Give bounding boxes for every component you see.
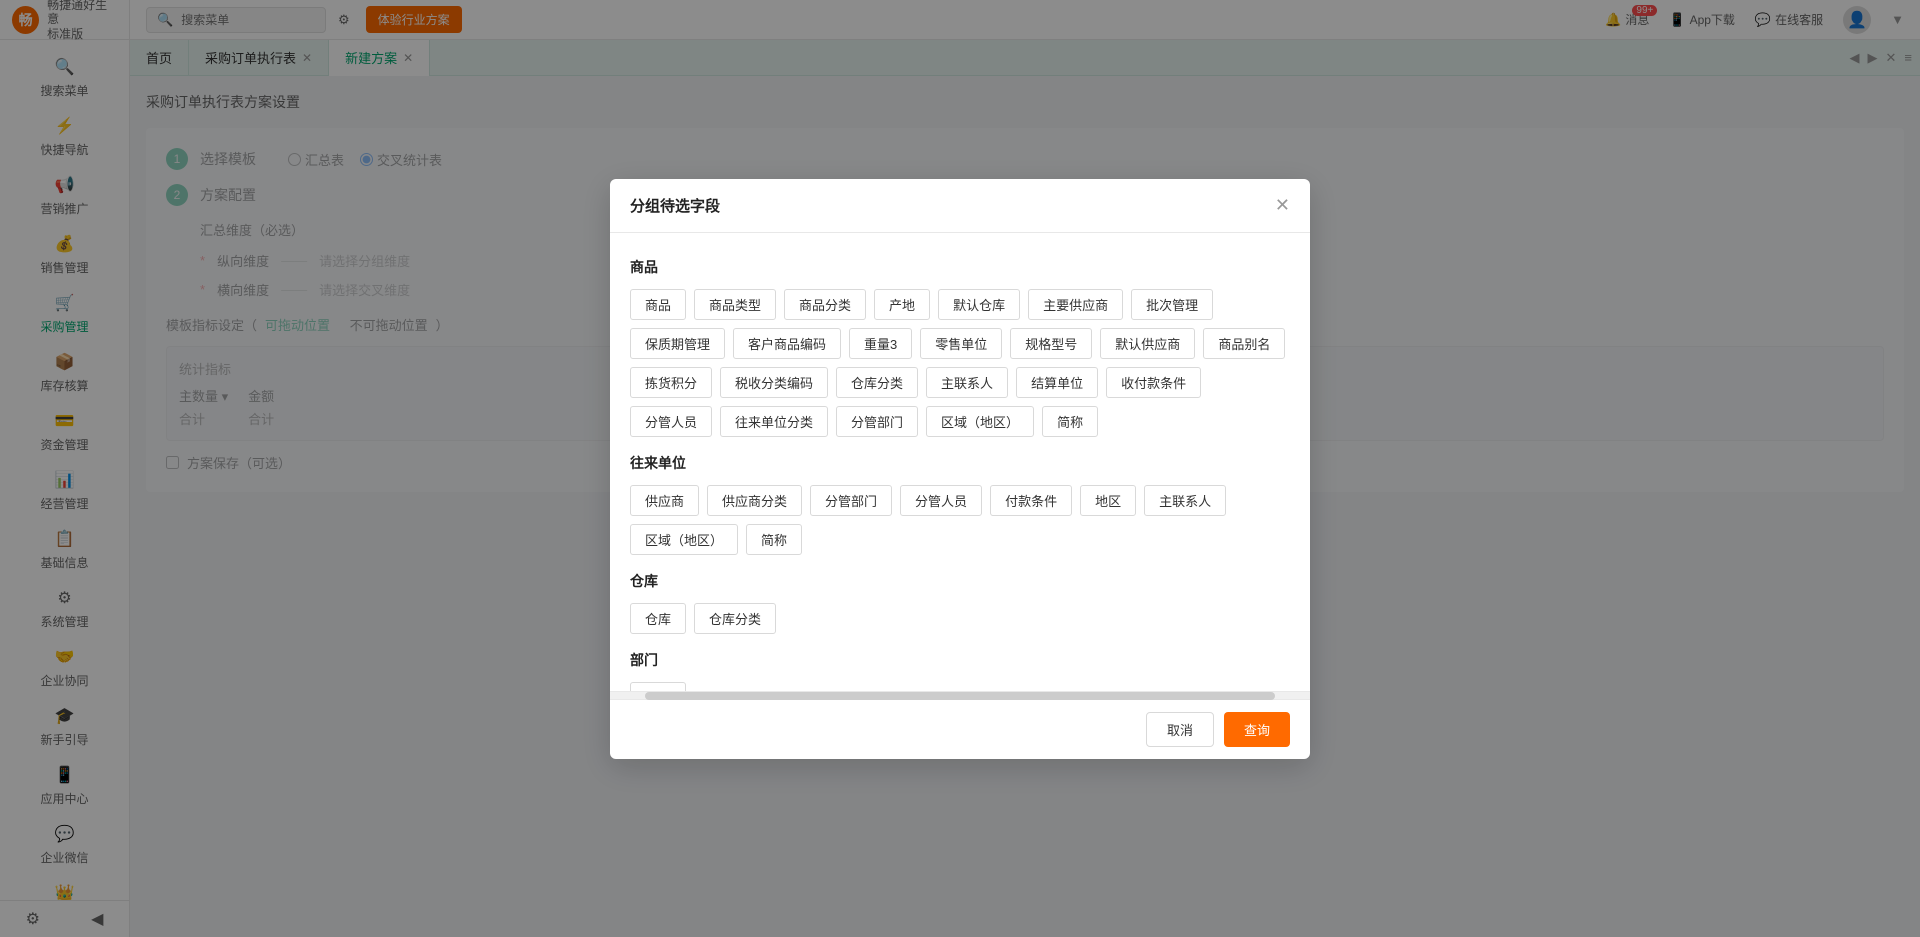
section-title-partner: 往来单位 [630,453,1290,473]
field-batch-mgmt[interactable]: 批次管理 [1131,289,1213,320]
modal-footer: 取消 查询 [610,699,1310,759]
field-supplier[interactable]: 供应商 [630,485,699,516]
field-customer-code[interactable]: 客户商品编码 [733,328,841,359]
modal-hscrollbar[interactable] [610,691,1310,699]
field-expiry-mgmt[interactable]: 保质期管理 [630,328,725,359]
partner-fields: 供应商 供应商分类 分管部门 分管人员 付款条件 地区 主联系人 区域（地区） … [630,485,1290,555]
field-dept-partner[interactable]: 分管部门 [810,485,892,516]
field-warehouse-cat[interactable]: 仓库分类 [694,603,776,634]
modal-overlay: 分组待选字段 ✕ 商品 商品 商品类型 商品分类 产地 默认仓库 主要供应商 批… [0,0,1920,937]
field-settlement-unit[interactable]: 结算单位 [1016,367,1098,398]
field-area-partner[interactable]: 地区 [1080,485,1136,516]
section-title-warehouse: 仓库 [630,571,1290,591]
field-tax-code[interactable]: 税收分类编码 [720,367,828,398]
field-abbr-partner[interactable]: 简称 [746,524,802,555]
field-retail-unit[interactable]: 零售单位 [920,328,1002,359]
modal-hscroll-thumb [645,692,1275,700]
dept-fields: 部门 [630,682,1290,691]
field-payment-cond[interactable]: 付款条件 [990,485,1072,516]
field-manager-product[interactable]: 分管人员 [630,406,712,437]
modal-close-btn[interactable]: ✕ [1275,196,1290,214]
field-payment-terms[interactable]: 收付款条件 [1106,367,1201,398]
field-main-contact[interactable]: 主联系人 [926,367,1008,398]
field-weight3[interactable]: 重量3 [849,328,912,359]
field-product[interactable]: 商品 [630,289,686,320]
modal-confirm-btn[interactable]: 查询 [1224,712,1290,747]
modal-cancel-btn[interactable]: 取消 [1146,712,1214,747]
field-origin[interactable]: 产地 [874,289,930,320]
field-region-partner[interactable]: 区域（地区） [630,524,738,555]
warehouse-fields: 仓库 仓库分类 [630,603,1290,634]
field-main-supplier[interactable]: 主要供应商 [1028,289,1123,320]
field-default-supplier[interactable]: 默认供应商 [1100,328,1195,359]
field-product-type[interactable]: 商品类型 [694,289,776,320]
field-region-product[interactable]: 区域（地区） [926,406,1034,437]
field-main-contact-partner[interactable]: 主联系人 [1144,485,1226,516]
modal-header: 分组待选字段 ✕ [610,179,1310,233]
field-warehouse-category[interactable]: 仓库分类 [836,367,918,398]
field-warehouse[interactable]: 仓库 [630,603,686,634]
field-product-alias[interactable]: 商品别名 [1203,328,1285,359]
field-partner-category[interactable]: 往来单位分类 [720,406,828,437]
modal-title: 分组待选字段 [630,195,720,216]
field-dept-product[interactable]: 分管部门 [836,406,918,437]
field-product-category[interactable]: 商品分类 [784,289,866,320]
field-supplier-category[interactable]: 供应商分类 [707,485,802,516]
field-pick-points[interactable]: 拣货积分 [630,367,712,398]
field-dept[interactable]: 部门 [630,682,686,691]
field-abbr-product[interactable]: 简称 [1042,406,1098,437]
field-spec-model[interactable]: 规格型号 [1010,328,1092,359]
field-default-warehouse[interactable]: 默认仓库 [938,289,1020,320]
section-title-product: 商品 [630,257,1290,277]
section-title-dept: 部门 [630,650,1290,670]
field-select-modal: 分组待选字段 ✕ 商品 商品 商品类型 商品分类 产地 默认仓库 主要供应商 批… [610,179,1310,759]
field-manager-partner[interactable]: 分管人员 [900,485,982,516]
modal-body[interactable]: 商品 商品 商品类型 商品分类 产地 默认仓库 主要供应商 批次管理 保质期管理… [610,233,1310,691]
product-fields: 商品 商品类型 商品分类 产地 默认仓库 主要供应商 批次管理 保质期管理 客户… [630,289,1290,437]
